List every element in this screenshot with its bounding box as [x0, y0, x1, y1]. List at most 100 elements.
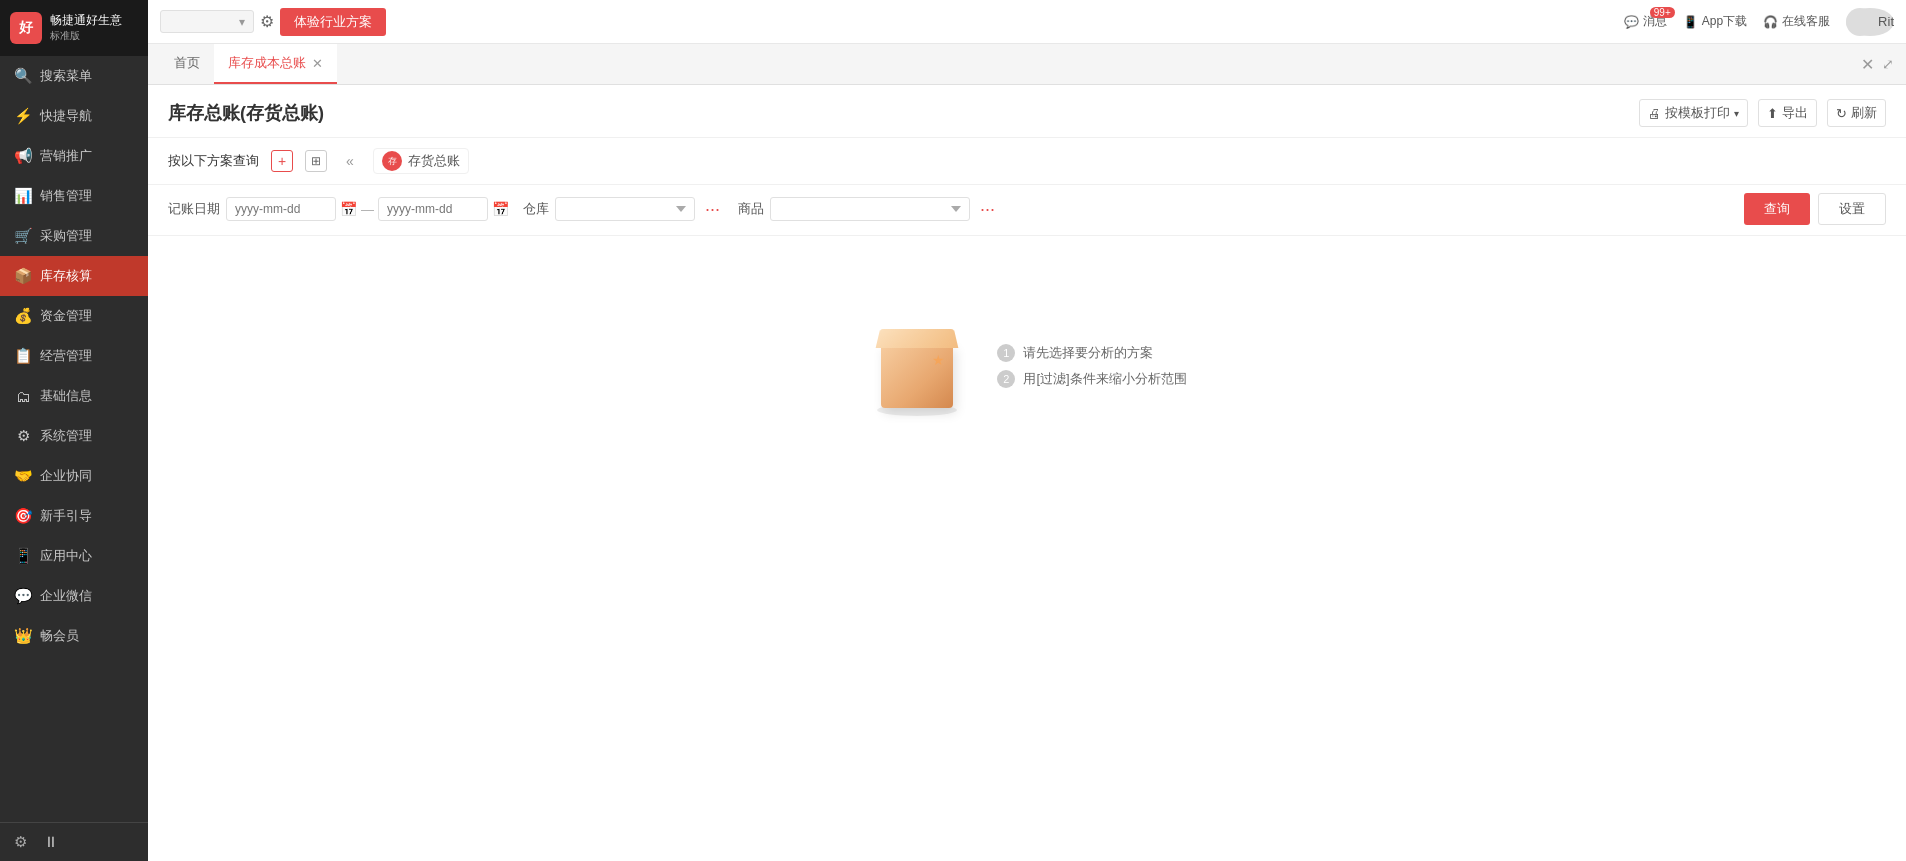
purchase-icon: 🛒: [14, 227, 32, 245]
message-badge: 99+: [1650, 7, 1675, 18]
apps-icon: 📱: [14, 547, 32, 565]
inventory-icon: 📦: [14, 267, 32, 285]
calendar-end-icon[interactable]: 📅: [492, 201, 509, 217]
date-end-input[interactable]: [378, 197, 488, 221]
sidebar-item-cooperation[interactable]: 🤝 企业协同: [0, 456, 148, 496]
filter-collapse-button[interactable]: «: [339, 150, 361, 172]
sidebar-item-search[interactable]: 🔍 搜索菜单: [0, 56, 148, 96]
guide-icon: 🎯: [14, 507, 32, 525]
settings-bottom-icon[interactable]: ⚙: [14, 833, 27, 851]
message-button[interactable]: 💬 消息 99+: [1624, 13, 1667, 30]
refresh-button[interactable]: ↻ 刷新: [1827, 99, 1886, 127]
topbar-right: 💬 消息 99+ 📱 App下载 🎧 在线客服 Rit: [1624, 8, 1894, 36]
panel-close-btn[interactable]: ✕: [1861, 55, 1874, 74]
page-header-actions: 🖨 按模板打印 ▾ ⬆ 导出 ↻ 刷新: [1639, 99, 1886, 127]
sidebar-item-marketing[interactable]: 📢 营销推广: [0, 136, 148, 176]
sidebar-item-apps[interactable]: 📱 应用中心: [0, 536, 148, 576]
sidebar-item-guide[interactable]: 🎯 新手引导: [0, 496, 148, 536]
content-area: 库存总账(存货总账) 🖨 按模板打印 ▾ ⬆ 导出 ↻ 刷新 按以下方案查询: [148, 85, 1906, 861]
date-filter-field: 记账日期 📅 — 📅: [168, 197, 509, 221]
goods-more-icon[interactable]: ···: [976, 199, 999, 220]
cooperation-icon: 🤝: [14, 467, 32, 485]
app-download-button[interactable]: 📱 App下载: [1683, 13, 1747, 30]
sidebar-item-system[interactable]: ⚙ 系统管理: [0, 416, 148, 456]
page-title: 库存总账(存货总账): [168, 101, 324, 125]
sales-icon: 📊: [14, 187, 32, 205]
hint-text-2: 用[过滤]条件来缩小分析范围: [1023, 370, 1186, 388]
logo-icon: 好: [10, 12, 42, 44]
sidebar: 好 畅捷通好生意 标准版 🔍 搜索菜单 ⚡ 快捷导航 📢 营销推广 📊 销售管理…: [0, 0, 148, 861]
filter-bar: 按以下方案查询 + ⊞ « 存 存货总账: [148, 138, 1906, 185]
finance-icon: 💰: [14, 307, 32, 325]
hint-text-1: 请先选择要分析的方案: [1023, 344, 1153, 362]
nav-display[interactable]: ▾: [160, 10, 254, 33]
warehouse-filter-field: 仓库 ···: [523, 197, 724, 221]
date-label: 记账日期: [168, 200, 220, 218]
hint-item-1: 1 请先选择要分析的方案: [997, 344, 1186, 362]
tab-home[interactable]: 首页: [160, 44, 214, 84]
calendar-start-icon[interactable]: 📅: [340, 201, 357, 217]
nav-dropdown-icon: ▾: [239, 15, 245, 29]
tab-inventory-cost[interactable]: 库存成本总账 ✕: [214, 44, 337, 84]
user-avatar[interactable]: Rit: [1846, 8, 1894, 36]
trial-button[interactable]: 体验行业方案: [280, 8, 386, 36]
filter-label: 按以下方案查询: [168, 152, 259, 170]
phone-icon: 📱: [1683, 15, 1698, 29]
user-name: Rit: [1878, 14, 1894, 29]
headset-icon: 🎧: [1763, 15, 1778, 29]
filter-add-button[interactable]: +: [271, 150, 293, 172]
goods-label: 商品: [738, 200, 764, 218]
scheme-icon: 存: [382, 151, 402, 171]
member-icon: 👑: [14, 627, 32, 645]
empty-hints: 1 请先选择要分析的方案 2 用[过滤]条件来缩小分析范围: [997, 344, 1186, 388]
sidebar-item-purchase[interactable]: 🛒 采购管理: [0, 216, 148, 256]
hint-num-1: 1: [997, 344, 1015, 362]
export-button[interactable]: ⬆ 导出: [1758, 99, 1817, 127]
tab-close-icon[interactable]: ✕: [312, 56, 323, 71]
basic-icon: 🗂: [14, 388, 32, 405]
hint-num-2: 2: [997, 370, 1015, 388]
sidebar-nav: 🔍 搜索菜单 ⚡ 快捷导航 📢 营销推广 📊 销售管理 🛒 采购管理 📦 库存核…: [0, 56, 148, 822]
sidebar-bottom: ⚙ ⏸: [0, 822, 148, 861]
empty-illustration: ★ 1 请先选择要分析的方案 2 用[过滤]条件来缩小分析范围: [867, 316, 1186, 416]
goods-filter-field: 商品 ···: [738, 197, 999, 221]
scheme-item-label: 存货总账: [408, 152, 460, 170]
warehouse-label: 仓库: [523, 200, 549, 218]
marketing-icon: 📢: [14, 147, 32, 165]
sidebar-item-finance[interactable]: 💰 资金管理: [0, 296, 148, 336]
sidebar-item-wechat[interactable]: 💬 企业微信: [0, 576, 148, 616]
panel-resize-icon[interactable]: ⤢: [1882, 56, 1894, 72]
sidebar-item-member[interactable]: 👑 畅会员: [0, 616, 148, 656]
scheme-item[interactable]: 存 存货总账: [373, 148, 469, 174]
page-header: 库存总账(存货总账) 🖨 按模板打印 ▾ ⬆ 导出 ↻ 刷新: [148, 85, 1906, 138]
logo-text: 畅捷通好生意: [50, 13, 122, 29]
logo-sub: 标准版: [50, 29, 122, 43]
collapse-icon[interactable]: ⏸: [43, 833, 58, 851]
goods-select[interactable]: [770, 197, 970, 221]
date-start-input[interactable]: [226, 197, 336, 221]
filter-row: 记账日期 📅 — 📅 仓库 ··· 商品: [148, 185, 1906, 236]
sidebar-item-basic[interactable]: 🗂 基础信息: [0, 376, 148, 416]
sidebar-item-shortcut[interactable]: ⚡ 快捷导航: [0, 96, 148, 136]
filter-schema-button[interactable]: ⊞: [305, 150, 327, 172]
topbar: ▾ ⚙ 体验行业方案 💬 消息 99+ 📱 App下载 🎧 在线客服 Rit: [148, 0, 1906, 44]
sidebar-item-operation[interactable]: 📋 经营管理: [0, 336, 148, 376]
warehouse-more-icon[interactable]: ···: [701, 199, 724, 220]
hint-item-2: 2 用[过滤]条件来缩小分析范围: [997, 370, 1186, 388]
sidebar-item-inventory[interactable]: 📦 库存核算: [0, 256, 148, 296]
tabs-bar: 首页 库存成本总账 ✕ ✕ ⤢: [148, 44, 1906, 85]
settings-button[interactable]: 设置: [1818, 193, 1886, 225]
sidebar-item-sales[interactable]: 📊 销售管理: [0, 176, 148, 216]
main-area: ▾ ⚙ 体验行业方案 💬 消息 99+ 📱 App下载 🎧 在线客服 Rit: [148, 0, 1906, 861]
operation-icon: 📋: [14, 347, 32, 365]
export-icon: ⬆: [1767, 106, 1778, 121]
warehouse-select[interactable]: [555, 197, 695, 221]
online-service-button[interactable]: 🎧 在线客服: [1763, 13, 1830, 30]
message-icon: 💬: [1624, 15, 1639, 29]
query-button[interactable]: 查询: [1744, 193, 1810, 225]
wechat-icon: 💬: [14, 587, 32, 605]
settings-gear-icon[interactable]: ⚙: [260, 12, 274, 31]
sidebar-logo: 好 畅捷通好生意 标准版: [0, 0, 148, 56]
print-button[interactable]: 🖨 按模板打印 ▾: [1639, 99, 1748, 127]
empty-state: ★ 1 请先选择要分析的方案 2 用[过滤]条件来缩小分析范围: [148, 236, 1906, 496]
